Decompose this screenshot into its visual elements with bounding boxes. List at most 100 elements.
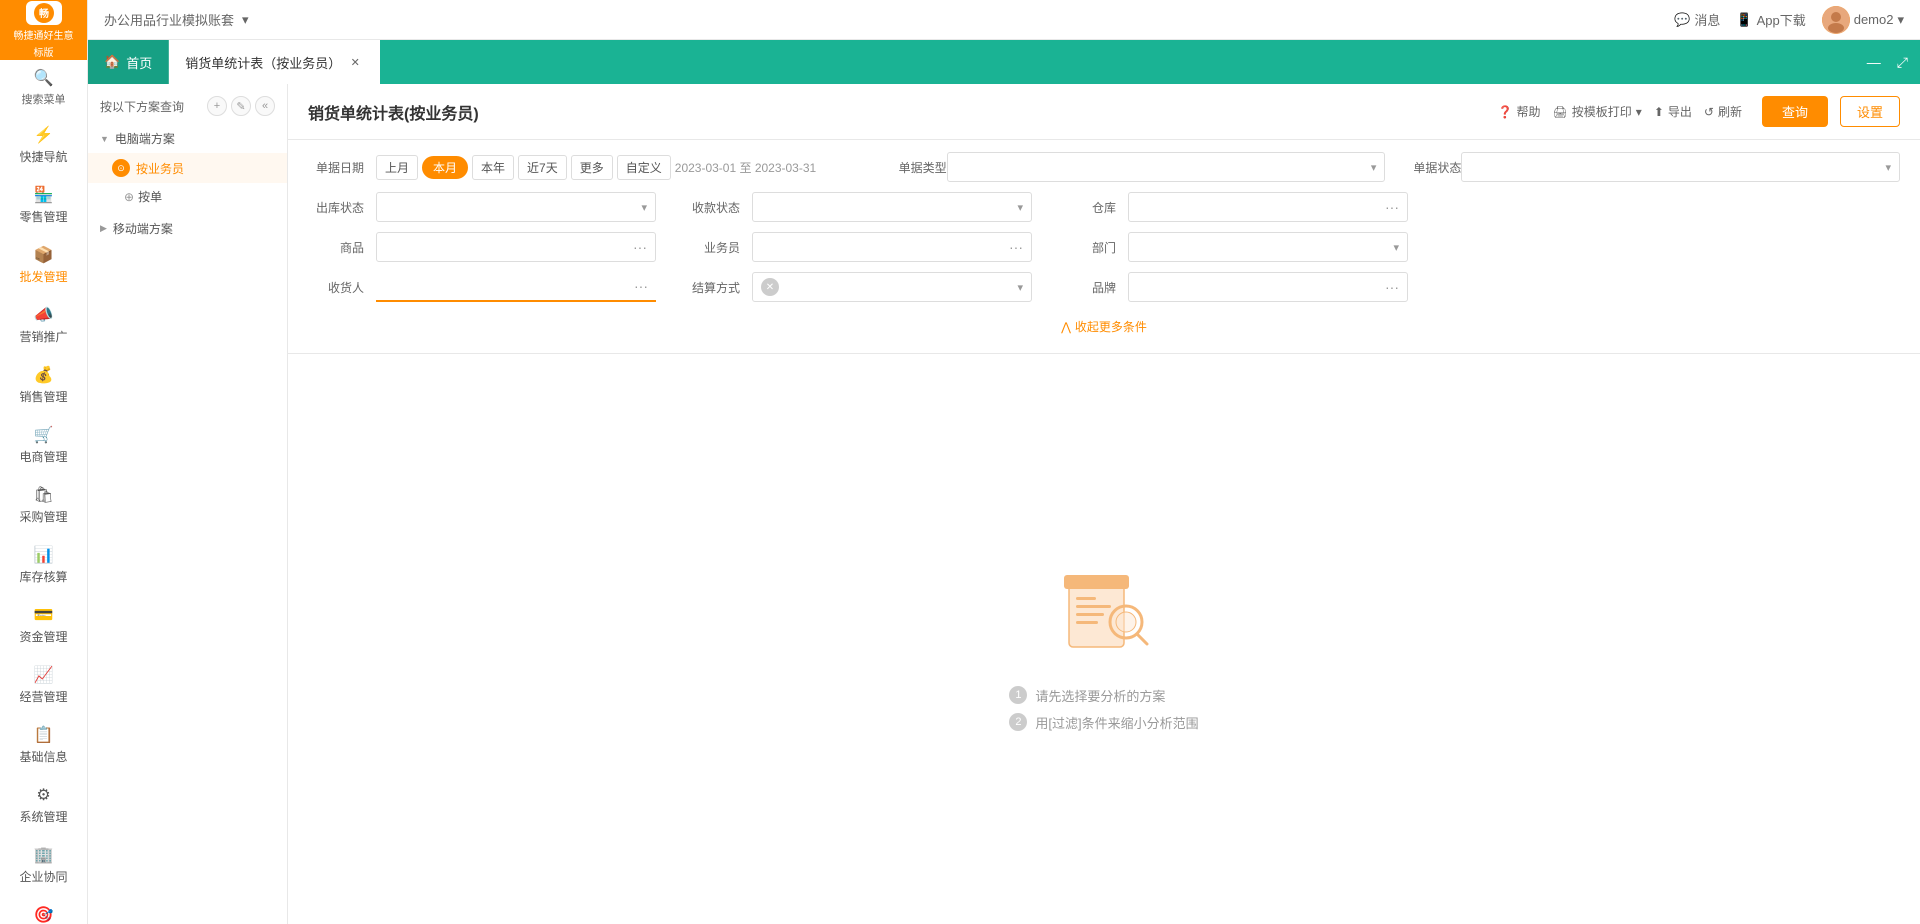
wholesale-icon: 📦 bbox=[34, 245, 54, 265]
home-tab-label: 首页 bbox=[126, 53, 152, 72]
sidebar-item-basic[interactable]: 📋 基础信息 bbox=[0, 715, 87, 775]
goods-more-icon[interactable]: ··· bbox=[633, 239, 647, 255]
query-btn[interactable]: 查询 bbox=[1762, 96, 1828, 127]
salesperson-more-icon[interactable]: ··· bbox=[1009, 239, 1023, 255]
goods-select[interactable]: ··· bbox=[376, 232, 656, 262]
sidebar-item-inventory[interactable]: 📊 库存核算 bbox=[0, 535, 87, 595]
consignee-text-input[interactable] bbox=[384, 279, 634, 293]
brand-label: 品牌 bbox=[1060, 279, 1116, 296]
by-order-icon: ⊕ bbox=[124, 190, 134, 204]
page-title: 销货单统计表(按业务员) bbox=[308, 100, 479, 124]
export-label: 导出 bbox=[1668, 103, 1692, 120]
sidebar: 畅 畅捷通好生意 标版 🔍 搜索菜单 ⚡ 快捷导航 🏪 零售管理 📦 批发管理 … bbox=[0, 0, 88, 924]
export-btn[interactable]: ⬆ 导出 bbox=[1654, 103, 1692, 120]
warehouse-more-icon[interactable]: ··· bbox=[1385, 199, 1399, 215]
left-panel-title: 按以下方案查询 bbox=[100, 98, 184, 115]
help-label: 帮助 bbox=[1517, 103, 1541, 120]
sidebar-item-sales[interactable]: 💰 销售管理 bbox=[0, 355, 87, 415]
breadcrumb-dropdown[interactable]: ▾ bbox=[242, 12, 249, 28]
sidebar-item-operations[interactable]: 📈 经营管理 bbox=[0, 655, 87, 715]
settlement-select[interactable]: ✕ ▾ bbox=[752, 272, 1032, 302]
sidebar-item-purchase[interactable]: 🛍 采购管理 bbox=[0, 475, 87, 535]
tabbar-actions: — ⤢ bbox=[1863, 50, 1920, 75]
payment-status-select[interactable]: ▾ bbox=[752, 192, 1032, 222]
sidebar-item-system[interactable]: ⚙ 系统管理 bbox=[0, 775, 87, 835]
consignee-input[interactable]: ··· bbox=[376, 272, 656, 302]
settlement-clear-btn[interactable]: ✕ bbox=[761, 278, 779, 296]
system-icon: ⚙ bbox=[36, 785, 50, 805]
sidebar-item-retail[interactable]: 🏪 零售管理 bbox=[0, 175, 87, 235]
help-btn[interactable]: ❓ 帮助 bbox=[1498, 103, 1541, 120]
sidebar-item-newbie[interactable]: 🎯 新手引导 bbox=[0, 895, 87, 924]
date-custom-btn[interactable]: 自定义 bbox=[617, 155, 671, 180]
consignee-more-icon[interactable]: ··· bbox=[634, 278, 648, 294]
desktop-section-label: 电脑端方案 bbox=[115, 130, 175, 147]
tab-sales-stat[interactable]: 销货单统计表（按业务员） ✕ bbox=[169, 40, 380, 84]
warehouse-select[interactable]: ··· bbox=[1128, 192, 1408, 222]
tip-1-text: 请先选择要分析的方案 bbox=[1035, 686, 1165, 705]
sidebar-sales-label: 销售管理 bbox=[19, 388, 67, 405]
collapse-icon: ⋀ bbox=[1061, 320, 1071, 334]
sidebar-item-shortcut[interactable]: ⚡ 快捷导航 bbox=[0, 115, 87, 175]
goods-label: 商品 bbox=[308, 239, 364, 256]
doc-status-dropdown-icon: ▾ bbox=[1885, 161, 1891, 174]
tab-minimize-btn[interactable]: — bbox=[1863, 50, 1885, 74]
export-icon: ⬆ bbox=[1654, 105, 1664, 119]
panel-item-by-salesperson[interactable]: ⊙ 按业务员 bbox=[88, 153, 287, 183]
tip-2-num: 2 bbox=[1009, 713, 1027, 731]
tip-2-text: 用[过滤]条件来缩小分析范围 bbox=[1035, 713, 1198, 732]
out-status-select[interactable]: ▾ bbox=[376, 192, 656, 222]
date-last-month-btn[interactable]: 上月 bbox=[376, 155, 418, 180]
user-info[interactable]: demo2 ▾ bbox=[1822, 6, 1904, 34]
date-range-text: 2023-03-01 至 2023-03-31 bbox=[675, 159, 816, 176]
date-this-year-btn[interactable]: 本年 bbox=[472, 155, 514, 180]
print-btn[interactable]: 🖨 按模板打印 ▾ bbox=[1553, 103, 1642, 120]
department-select[interactable]: ▾ bbox=[1128, 232, 1408, 262]
settings-btn[interactable]: 设置 bbox=[1840, 96, 1900, 127]
panel-collapse-btn[interactable]: « bbox=[255, 96, 275, 116]
sidebar-item-wholesale[interactable]: 📦 批发管理 bbox=[0, 235, 87, 295]
doc-type-select[interactable]: ▾ bbox=[947, 152, 1386, 182]
refresh-btn[interactable]: ↺ 刷新 bbox=[1704, 103, 1742, 120]
sidebar-item-marketing[interactable]: 📣 营销推广 bbox=[0, 295, 87, 355]
logo-text: 畅捷通好生意 bbox=[14, 27, 74, 42]
tab-home[interactable]: 🏠 首页 bbox=[88, 40, 169, 84]
purchase-icon: 🛍 bbox=[33, 485, 53, 505]
salesperson-select[interactable]: ··· bbox=[752, 232, 1032, 262]
logo-icon: 畅 bbox=[26, 1, 62, 25]
sidebar-ecommerce-label: 电商管理 bbox=[19, 448, 67, 465]
brand-more-icon[interactable]: ··· bbox=[1385, 279, 1399, 295]
sidebar-search-item[interactable]: 🔍 搜索菜单 bbox=[0, 60, 87, 115]
department-label: 部门 bbox=[1060, 239, 1116, 256]
panel-edit-btn[interactable]: ✎ bbox=[231, 96, 251, 116]
app-download-icon: 📱 bbox=[1736, 12, 1752, 28]
app-download-btn[interactable]: 📱 App下载 bbox=[1736, 10, 1805, 29]
logo-subtitle: 标版 bbox=[34, 44, 54, 59]
sidebar-item-ecommerce[interactable]: 🛒 电商管理 bbox=[0, 415, 87, 475]
doc-status-select[interactable]: ▾ bbox=[1461, 152, 1900, 182]
sidebar-item-enterprise[interactable]: 🏢 企业协同 bbox=[0, 835, 87, 895]
msg-btn[interactable]: 💬 消息 bbox=[1674, 10, 1720, 29]
date-last7-btn[interactable]: 近7天 bbox=[518, 155, 567, 180]
panel-subitem-by-order[interactable]: ⊕ 按单 bbox=[88, 183, 287, 210]
date-more-btn[interactable]: 更多 bbox=[571, 155, 613, 180]
mobile-expand-icon: ▶ bbox=[100, 223, 107, 234]
collapse-conditions-btn[interactable]: ⋀ 收起更多条件 bbox=[308, 312, 1900, 341]
tab-maximize-btn[interactable]: ⤢ bbox=[1893, 50, 1912, 75]
tab-close-btn[interactable]: ✕ bbox=[347, 54, 363, 70]
refresh-label: 刷新 bbox=[1718, 103, 1742, 120]
panel-add-btn[interactable]: + bbox=[207, 96, 227, 116]
date-this-month-btn[interactable]: 本月 bbox=[422, 156, 468, 179]
panel-desktop-title[interactable]: ▼ 电脑端方案 bbox=[88, 124, 287, 153]
ecommerce-icon: 🛒 bbox=[34, 425, 54, 445]
search-icon: 🔍 bbox=[34, 68, 54, 88]
basic-icon: 📋 bbox=[34, 725, 54, 745]
msg-label: 消息 bbox=[1694, 10, 1720, 29]
panel-mobile-title[interactable]: ▶ 移动端方案 bbox=[88, 214, 287, 243]
print-dropdown-icon: ▾ bbox=[1636, 105, 1642, 119]
breadcrumb-text: 办公用品行业模拟账套 bbox=[104, 10, 234, 29]
svg-text:畅: 畅 bbox=[39, 7, 49, 20]
tip-1-num: 1 bbox=[1009, 686, 1027, 704]
brand-select[interactable]: ··· bbox=[1128, 272, 1408, 302]
sidebar-item-finance[interactable]: 💳 资金管理 bbox=[0, 595, 87, 655]
